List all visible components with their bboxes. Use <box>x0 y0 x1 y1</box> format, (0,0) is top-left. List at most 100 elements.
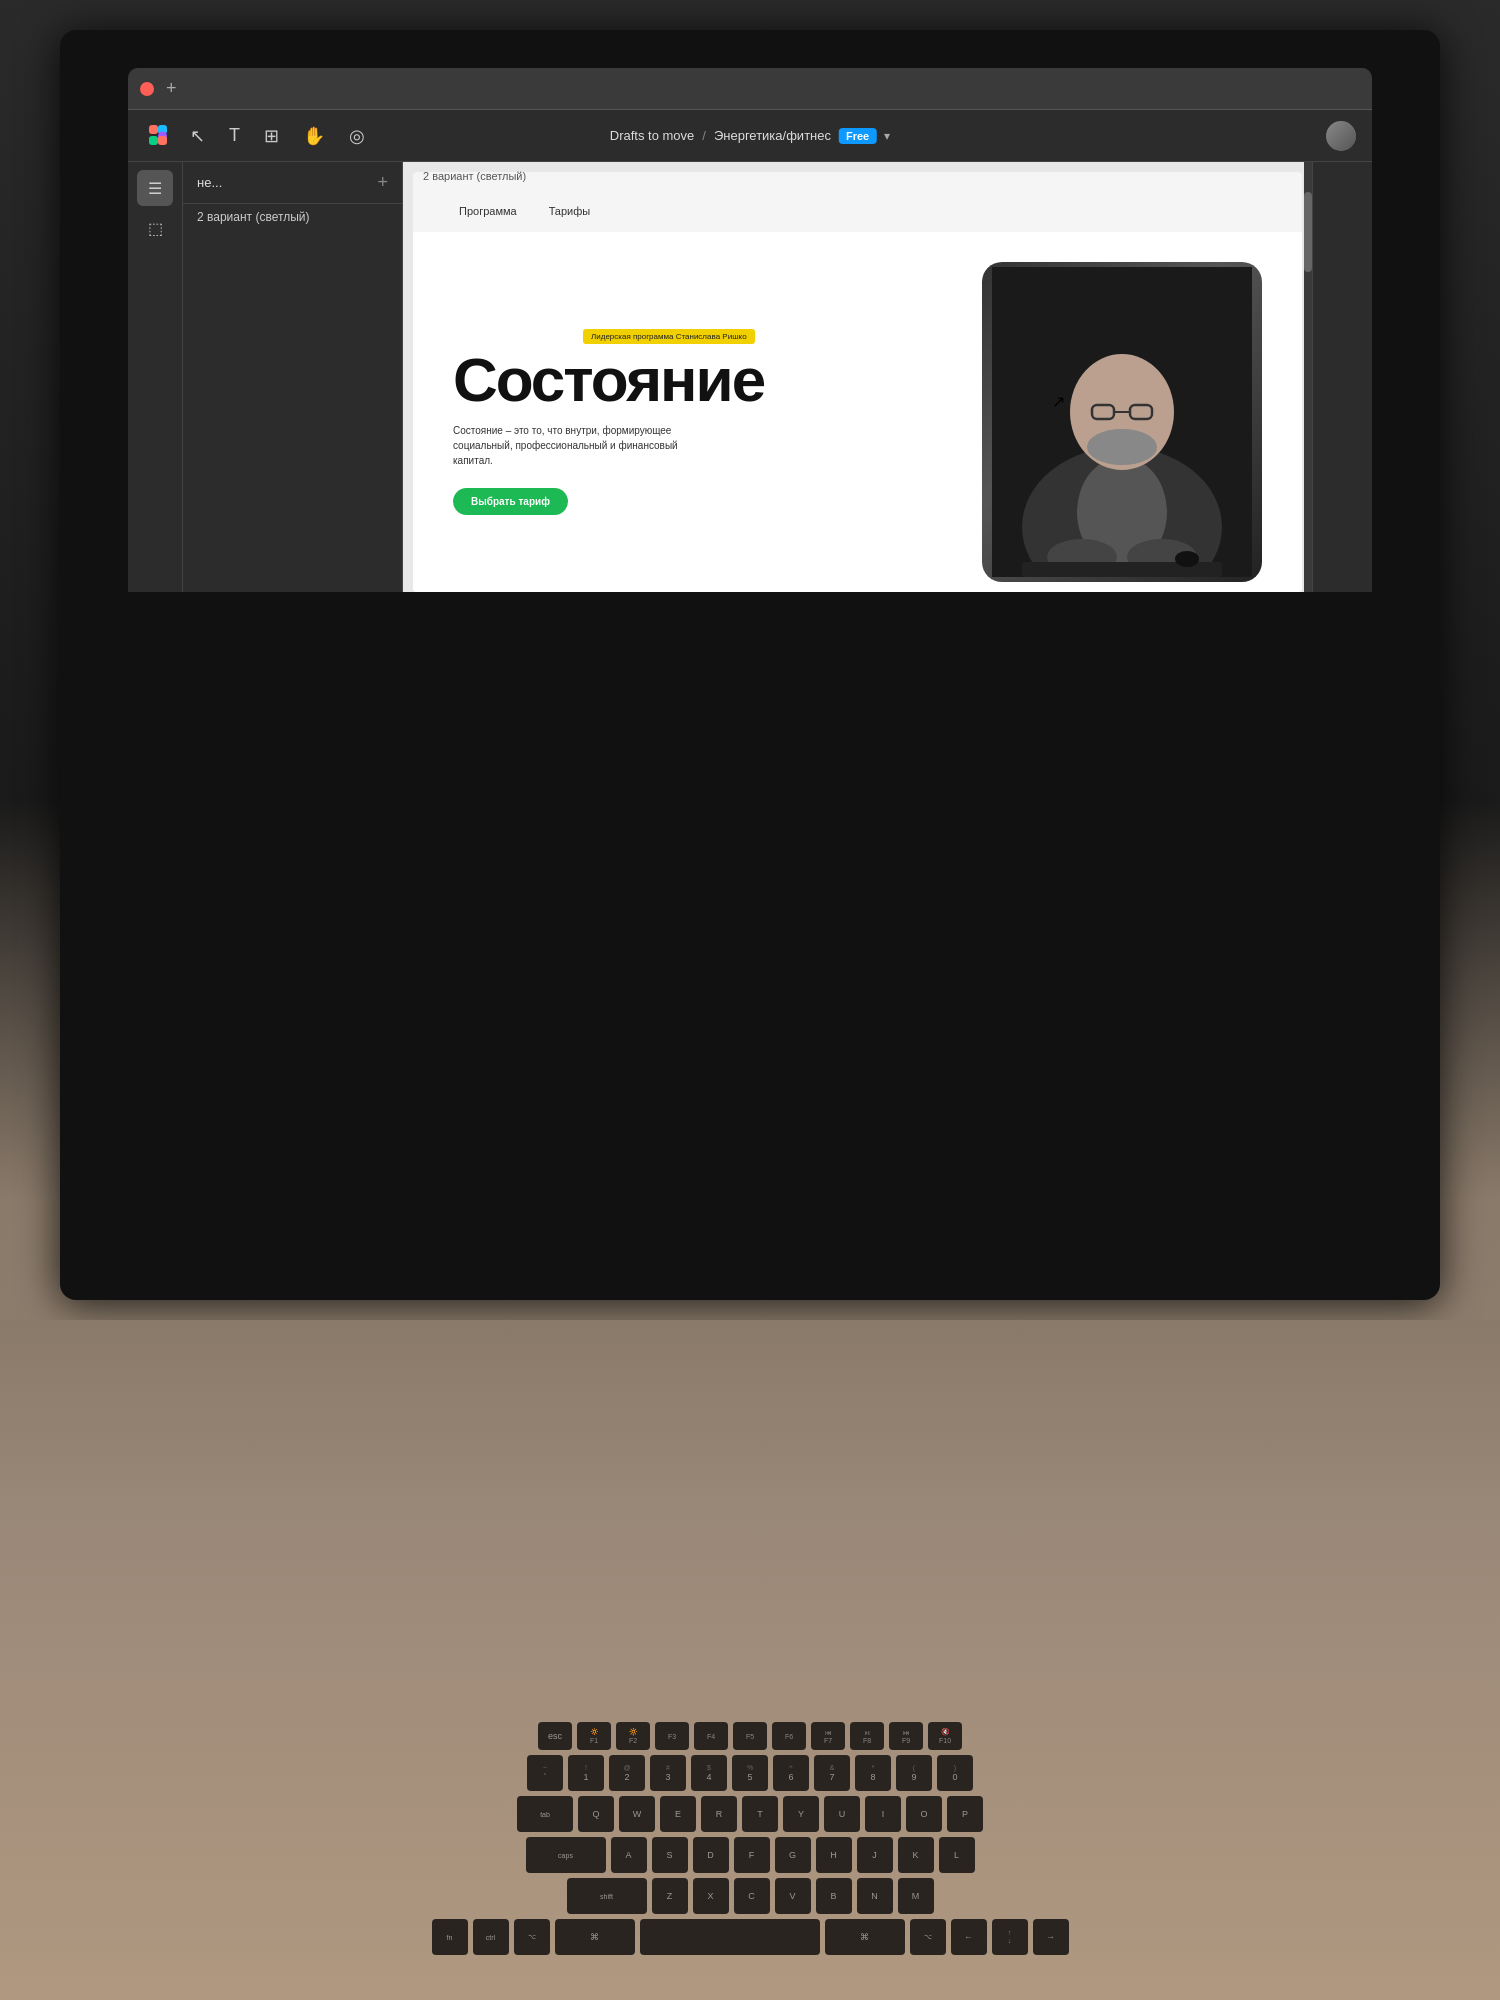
user-avatar[interactable] <box>1326 121 1356 151</box>
key-f4[interactable]: F4 <box>694 1722 728 1750</box>
key-caps[interactable]: caps <box>526 1837 606 1873</box>
hero-subtitle: Состояние – это то, что внутри, формирую… <box>453 423 693 468</box>
canvas-scrollbar[interactable] <box>1304 162 1312 592</box>
key-6[interactable]: ^6 <box>773 1755 809 1791</box>
key-esc[interactable]: esc <box>538 1722 572 1750</box>
canvas-label: 2 вариант (светлый) <box>423 170 526 182</box>
key-4[interactable]: $4 <box>691 1755 727 1791</box>
figma-logo[interactable] <box>144 122 172 150</box>
key-f3[interactable]: F3 <box>655 1722 689 1750</box>
key-j[interactable]: J <box>857 1837 893 1873</box>
component-tool[interactable]: ⊞ <box>258 121 285 151</box>
figma-toolbar: ↖ T ⊞ ✋ ◎ Drafts to move / Энергетика/фи… <box>128 110 1372 162</box>
hero-badge: Лидерская программа Станислава Ришко <box>583 329 755 344</box>
key-b[interactable]: B <box>816 1878 852 1914</box>
key-f1[interactable]: 🔅F1 <box>577 1722 611 1750</box>
key-d[interactable]: D <box>693 1837 729 1873</box>
key-r[interactable]: R <box>701 1796 737 1832</box>
key-ctrl[interactable]: ctrl <box>473 1919 509 1955</box>
hero-section: Лидерская программа Станислава Ришко Сос… <box>413 232 1302 592</box>
key-o[interactable]: O <box>906 1796 942 1832</box>
breadcrumb-part2[interactable]: Энергетика/фитнес <box>714 128 831 143</box>
svg-rect-0 <box>149 125 158 134</box>
key-f8[interactable]: ⏯F8 <box>850 1722 884 1750</box>
key-option-right[interactable]: ⌥ <box>910 1919 946 1955</box>
key-f[interactable]: F <box>734 1837 770 1873</box>
key-i[interactable]: I <box>865 1796 901 1832</box>
breadcrumb-chevron-icon[interactable]: ▾ <box>884 129 890 143</box>
key-a[interactable]: A <box>611 1837 647 1873</box>
key-arrow-left[interactable]: ← <box>951 1919 987 1955</box>
key-k[interactable]: K <box>898 1837 934 1873</box>
key-fn[interactable]: fn <box>432 1919 468 1955</box>
select-tool[interactable]: ↖ <box>184 121 211 151</box>
breadcrumb: Drafts to move / Энергетика/фитнес Free … <box>610 128 891 144</box>
key-e[interactable]: E <box>660 1796 696 1832</box>
nav-tarify[interactable]: Тарифы <box>543 202 597 221</box>
figma-canvas[interactable]: 2 вариант (светлый) Программа Тарифы Лид… <box>403 162 1312 592</box>
key-3[interactable]: #3 <box>650 1755 686 1791</box>
key-c[interactable]: C <box>734 1878 770 1914</box>
key-cmd-right[interactable]: ⌘ <box>825 1919 905 1955</box>
key-q[interactable]: Q <box>578 1796 614 1832</box>
key-arrows-updown[interactable]: ↑ ↓ <box>992 1919 1028 1955</box>
browser-chrome: + ↖ T ⊞ ✋ ◎ <box>128 68 1372 592</box>
svg-rect-2 <box>149 136 158 145</box>
key-u[interactable]: U <box>824 1796 860 1832</box>
tab-close-button[interactable] <box>140 82 154 96</box>
text-tool[interactable]: T <box>223 121 246 150</box>
layer-item-1[interactable]: 2 вариант (светлый) <box>183 204 402 230</box>
key-h[interactable]: H <box>816 1837 852 1873</box>
hero-cta-button[interactable]: Выбрать тариф <box>453 488 568 515</box>
key-p[interactable]: P <box>947 1796 983 1832</box>
key-f5[interactable]: F5 <box>733 1722 767 1750</box>
key-g[interactable]: G <box>775 1837 811 1873</box>
assets-icon[interactable]: ⬚ <box>137 210 173 246</box>
hand-tool[interactable]: ✋ <box>297 121 331 151</box>
new-tab-button[interactable]: + <box>166 78 177 99</box>
key-l[interactable]: L <box>939 1837 975 1873</box>
keyboard-z-row: shift Z X C V B N M <box>75 1878 1425 1914</box>
key-8[interactable]: *8 <box>855 1755 891 1791</box>
key-1[interactable]: !1 <box>568 1755 604 1791</box>
key-f10[interactable]: 🔇F10 <box>928 1722 962 1750</box>
breadcrumb-part1: Drafts to move <box>610 128 695 143</box>
hero-title: Состояние <box>453 349 962 411</box>
key-backtick[interactable]: ~` <box>527 1755 563 1791</box>
nav-programa[interactable]: Программа <box>453 202 523 221</box>
key-y[interactable]: Y <box>783 1796 819 1832</box>
key-9[interactable]: (9 <box>896 1755 932 1791</box>
key-tab[interactable]: tab <box>517 1796 573 1832</box>
key-z[interactable]: Z <box>652 1878 688 1914</box>
key-space[interactable] <box>640 1919 820 1955</box>
key-f6[interactable]: F6 <box>772 1722 806 1750</box>
layers-panel-icon[interactable]: ☰ <box>137 170 173 206</box>
key-shift-left[interactable]: shift <box>567 1878 647 1914</box>
key-f9[interactable]: ⏭F9 <box>889 1722 923 1750</box>
key-2[interactable]: @2 <box>609 1755 645 1791</box>
key-cmd-left[interactable]: ⌘ <box>555 1919 635 1955</box>
key-5[interactable]: %5 <box>732 1755 768 1791</box>
key-f2[interactable]: 🔆F2 <box>616 1722 650 1750</box>
keyboard: esc 🔅F1 🔆F2 F3 F4 F5 F6 ⏮F7 ⏯F8 ⏭F9 🔇F10… <box>75 1722 1425 1960</box>
key-option[interactable]: ⌥ <box>514 1919 550 1955</box>
free-badge: Free <box>839 128 876 144</box>
comment-tool[interactable]: ◎ <box>343 121 371 151</box>
key-0[interactable]: )0 <box>937 1755 973 1791</box>
key-arrow-right[interactable]: → <box>1033 1919 1069 1955</box>
breadcrumb-separator: / <box>702 128 706 143</box>
key-m[interactable]: M <box>898 1878 934 1914</box>
key-f7[interactable]: ⏮F7 <box>811 1722 845 1750</box>
key-v[interactable]: V <box>775 1878 811 1914</box>
layers-add-button[interactable]: + <box>377 172 388 193</box>
key-s[interactable]: S <box>652 1837 688 1873</box>
scrollbar-handle[interactable] <box>1304 192 1312 272</box>
key-n[interactable]: N <box>857 1878 893 1914</box>
key-7[interactable]: &7 <box>814 1755 850 1791</box>
key-x[interactable]: X <box>693 1878 729 1914</box>
key-t[interactable]: T <box>742 1796 778 1832</box>
key-w[interactable]: W <box>619 1796 655 1832</box>
hero-photo <box>982 262 1262 582</box>
screen-bezel: + ↖ T ⊞ ✋ ◎ <box>60 30 1440 1300</box>
figma-left-panel: ☰ ⬚ <box>128 162 183 592</box>
